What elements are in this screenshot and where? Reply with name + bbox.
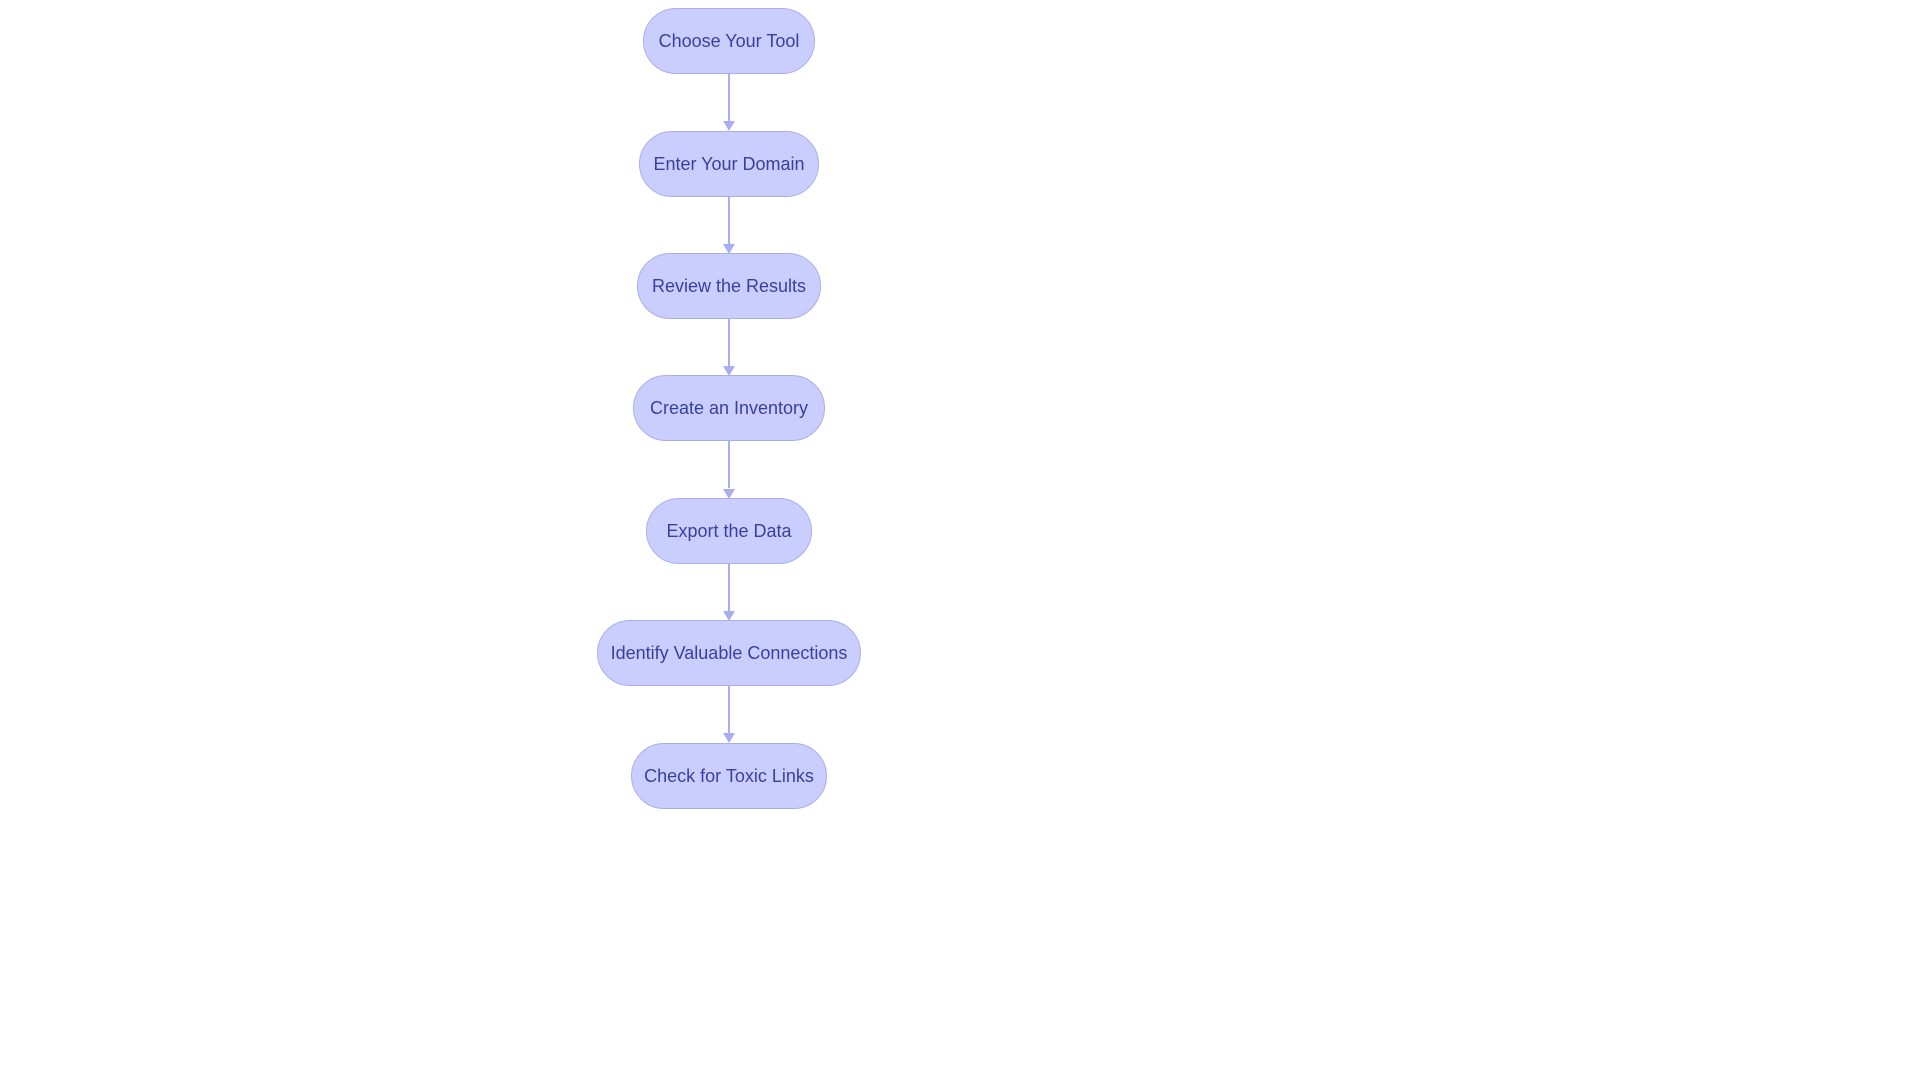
flowchart-node: Choose Your Tool bbox=[643, 8, 815, 74]
node-label: Create an Inventory bbox=[650, 398, 808, 419]
node-label: Identify Valuable Connections bbox=[611, 643, 848, 664]
flowchart-node: Identify Valuable Connections bbox=[597, 620, 861, 686]
flowchart-arrow bbox=[728, 441, 730, 488]
flowchart-arrow bbox=[728, 564, 730, 611]
node-label: Enter Your Domain bbox=[653, 154, 804, 175]
flowchart-node: Check for Toxic Links bbox=[631, 743, 827, 809]
flowchart-canvas: Choose Your Tool Enter Your Domain Revie… bbox=[0, 0, 1920, 1083]
flowchart-arrow bbox=[728, 74, 730, 121]
node-label: Export the Data bbox=[666, 521, 791, 542]
flowchart-arrow bbox=[728, 686, 730, 733]
node-label: Check for Toxic Links bbox=[644, 766, 814, 787]
flowchart-node: Export the Data bbox=[646, 498, 812, 564]
arrow-down-icon bbox=[723, 121, 735, 131]
flowchart-arrow bbox=[728, 319, 730, 366]
node-label: Choose Your Tool bbox=[659, 31, 800, 52]
flowchart-node: Review the Results bbox=[637, 253, 821, 319]
flowchart-node: Create an Inventory bbox=[633, 375, 825, 441]
arrow-down-icon bbox=[723, 733, 735, 743]
flowchart-arrow bbox=[728, 197, 730, 244]
node-label: Review the Results bbox=[652, 276, 806, 297]
flowchart-node: Enter Your Domain bbox=[639, 131, 819, 197]
